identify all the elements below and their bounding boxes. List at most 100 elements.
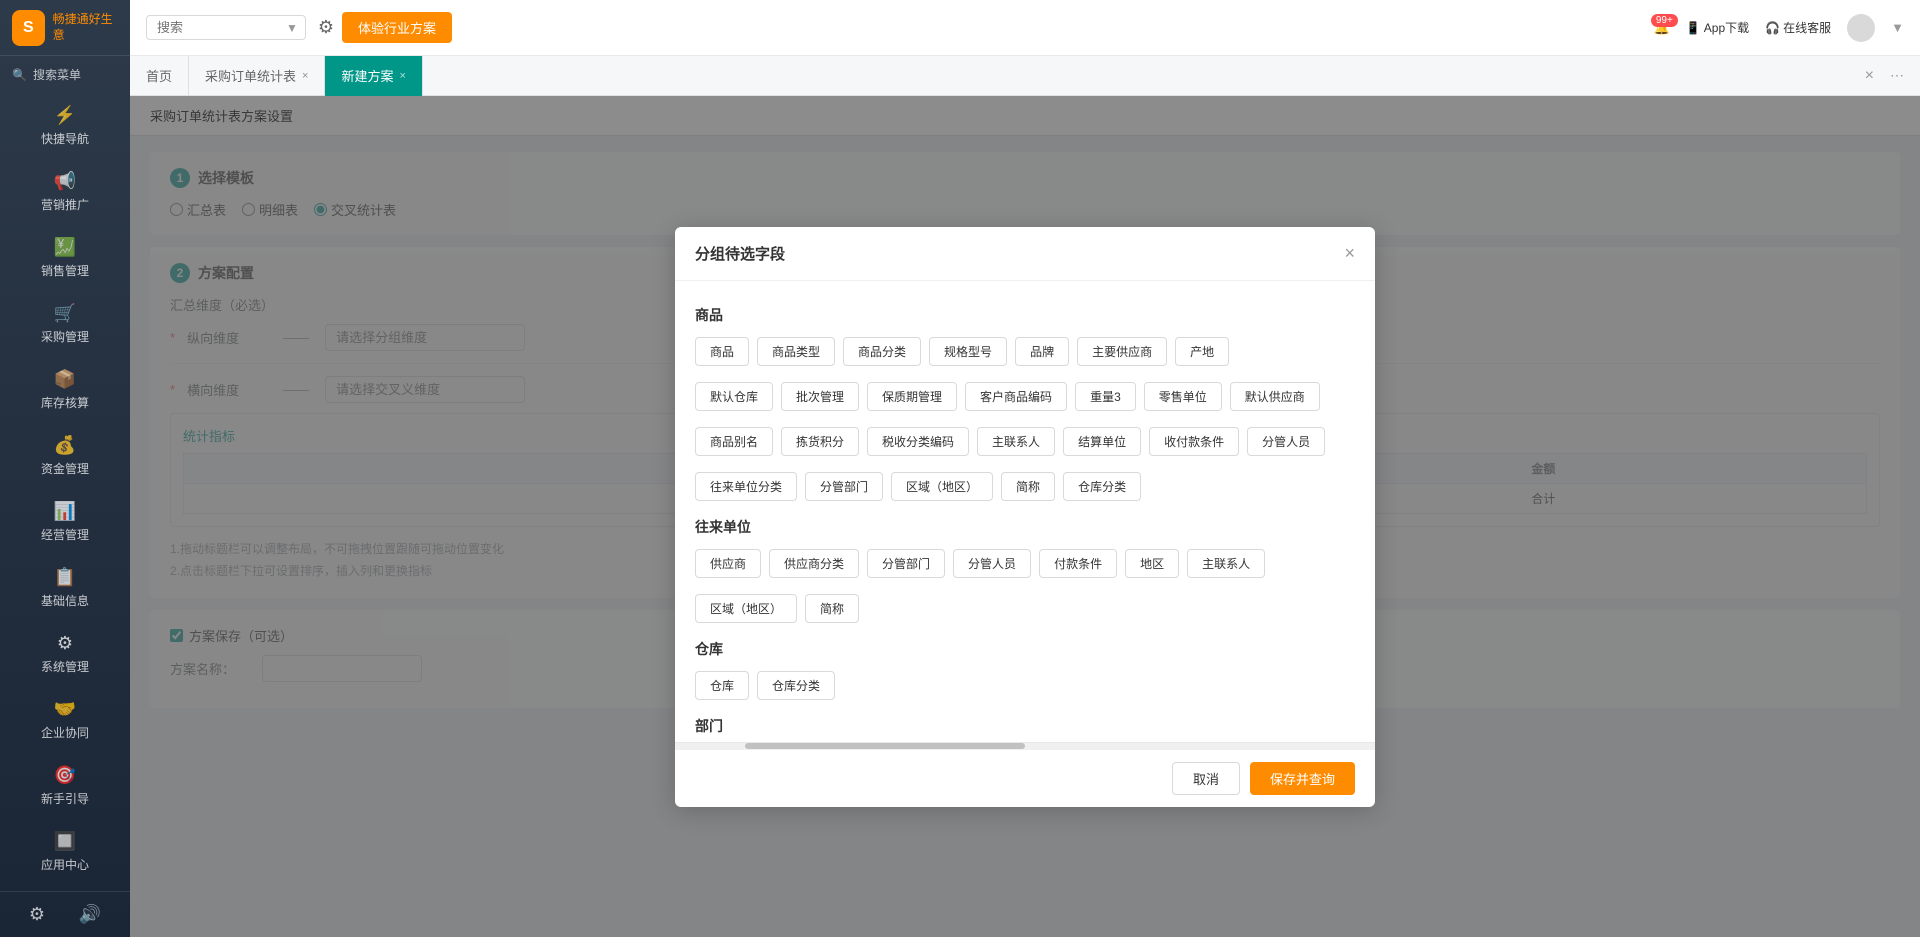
tag-partner-dept[interactable]: 分管部门 [867,549,945,578]
sidebar-item-label: 库存核算 [41,394,89,411]
section-partner-title: 往来单位 [695,517,1355,537]
modal-overlay: 分组待选字段 × 商品 商品 商品类型 商品分类 规格型号 品牌 主要供应商 产… [130,96,1920,937]
plan-button[interactable]: 体验行业方案 [342,12,452,43]
sidebar-item-应用中心[interactable]: 🔲应用中心 [0,819,130,885]
tag-goods-alias[interactable]: 商品别名 [695,427,773,456]
sidebar-item-label: 资金管理 [41,460,89,477]
sidebar-item-label: 销售管理 [41,262,89,279]
tag-spec-model[interactable]: 规格型号 [929,337,1007,366]
sidebar-item-资金管理[interactable]: 💰 资金管理 [0,423,130,489]
app-download-link[interactable]: 📱 App下载 [1686,19,1749,36]
sidebar-item-系统管理[interactable]: ⚙ 系统管理 [0,621,130,687]
user-menu-arrow[interactable]: ▼ [1891,20,1904,35]
sidebar-icon: 🤝 [54,699,76,720]
tag-manager[interactable]: 分管人员 [1247,427,1325,456]
tag-wh-cat[interactable]: 仓库分类 [757,671,835,700]
notification-icon[interactable]: 🔔 99+ [1654,20,1670,36]
sidebar-icon: 🎯 [54,765,76,786]
settings-icon[interactable]: ⚙ [29,904,45,925]
sidebar-item-采购管理[interactable]: 🛒采购管理 [0,291,130,357]
tabbar-expand[interactable]: ⋯ [1890,67,1920,84]
goods-tag-group2: 默认仓库 批次管理 保质期管理 客户商品编码 重量3 零售单位 默认供应商 [695,382,1355,411]
modal-title: 分组待选字段 [695,243,785,264]
tag-goods-category[interactable]: 商品分类 [843,337,921,366]
sidebar-item-企业协同[interactable]: 🤝企业协同 [0,687,130,753]
sidebar-search[interactable]: 🔍 搜索菜单 [0,56,130,93]
tag-batch[interactable]: 批次管理 [781,382,859,411]
partner-tag-group: 供应商 供应商分类 分管部门 分管人员 付款条件 地区 主联系人 [695,549,1355,578]
field-select-modal: 分组待选字段 × 商品 商品 商品类型 商品分类 规格型号 品牌 主要供应商 产… [675,227,1375,807]
sidebar-icon: 💰 [54,435,76,456]
tag-supplier-cat[interactable]: 供应商分类 [769,549,859,578]
tag-partner-cat[interactable]: 往来单位分类 [695,472,797,501]
tab-new-plan[interactable]: 新建方案 × [325,56,422,96]
tag-goods[interactable]: 商品 [695,337,749,366]
modal-save-button[interactable]: 保存并查询 [1250,762,1355,795]
tag-warehouse[interactable]: 仓库 [695,671,749,700]
goods-tag-group: 商品 商品类型 商品分类 规格型号 品牌 主要供应商 产地 [695,337,1355,366]
search-input[interactable] [146,15,306,40]
sidebar-item-销售管理[interactable]: 💹销售管理 [0,225,130,291]
tag-default-supplier[interactable]: 默认供应商 [1230,382,1320,411]
tabbar-close[interactable]: × [1849,67,1890,85]
tag-partner-manager[interactable]: 分管人员 [953,549,1031,578]
modal-close-button[interactable]: × [1344,243,1355,264]
logo-text: 畅捷通好生意 [53,12,118,43]
tag-tax-code[interactable]: 税收分类编码 [867,427,969,456]
tag-customer-code[interactable]: 客户商品编码 [965,382,1067,411]
logo-icon: S [12,10,45,46]
speaker-icon[interactable]: 🔊 [79,904,101,925]
tag-payment-cond[interactable]: 付款条件 [1039,549,1117,578]
search-icon: 🔍 [12,68,27,82]
tag-weight[interactable]: 重量3 [1075,382,1136,411]
sidebar-icon: 📦 [54,369,76,390]
tab-new-plan-close[interactable]: × [399,70,405,82]
modal-hscrollbar[interactable] [675,742,1375,749]
sidebar-item-新手引导[interactable]: 🎯新手引导 [0,753,130,819]
tag-goods-type[interactable]: 商品类型 [757,337,835,366]
headset-icon: 🎧 [1765,21,1780,35]
sidebar-item-label: 应用中心 [41,856,89,873]
tag-partner-short[interactable]: 简称 [805,594,859,623]
sidebar-item-基础信息[interactable]: 📋基础信息 [0,555,130,621]
tag-main-contact[interactable]: 主联系人 [977,427,1055,456]
tag-expiry[interactable]: 保质期管理 [867,382,957,411]
topbar-right: 🔔 99+ 📱 App下载 🎧 在线客服 ▼ [1654,14,1904,42]
modal-cancel-button[interactable]: 取消 [1172,762,1240,795]
tag-wh-category[interactable]: 仓库分类 [1063,472,1141,501]
tag-payment-terms[interactable]: 收付款条件 [1149,427,1239,456]
topbar-gear-icon[interactable]: ⚙ [318,17,334,38]
warehouse-tag-group: 仓库 仓库分类 [695,671,1355,700]
section-dept-title: 部门 [695,716,1355,736]
sidebar-item-经营管理[interactable]: 📊经营管理 [0,489,130,555]
tag-dept[interactable]: 分管部门 [805,472,883,501]
tag-settle-unit[interactable]: 结算单位 [1063,427,1141,456]
tag-area[interactable]: 地区 [1125,549,1179,578]
tag-retail-unit[interactable]: 零售单位 [1144,382,1222,411]
tag-origin[interactable]: 产地 [1175,337,1229,366]
sidebar-icon: 📊 [54,501,76,522]
tag-pick-score[interactable]: 拣货积分 [781,427,859,456]
tab-purchase[interactable]: 采购订单统计表 × [189,56,325,96]
sidebar-item-label: 系统管理 [41,658,89,675]
tag-default-wh[interactable]: 默认仓库 [695,382,773,411]
sidebar-item-营销推广[interactable]: 📢营销推广 [0,159,130,225]
tab-purchase-close[interactable]: × [302,70,308,82]
tag-partner-contact[interactable]: 主联系人 [1187,549,1265,578]
tag-short-name[interactable]: 简称 [1001,472,1055,501]
sidebar-icon: ⚙ [57,633,73,654]
tag-supplier[interactable]: 供应商 [695,549,761,578]
tag-region-goods[interactable]: 区域（地区） [891,472,993,501]
tag-partner-region[interactable]: 区域（地区） [695,594,797,623]
sidebar-item-库存核算[interactable]: 📦 库存核算 [0,357,130,423]
sidebar-search-label: 搜索菜单 [33,66,81,83]
sidebar-item-快捷导航[interactable]: ⚡快捷导航 [0,93,130,159]
online-service-link[interactable]: 🎧 在线客服 [1765,19,1831,36]
tag-main-supplier[interactable]: 主要供应商 [1077,337,1167,366]
sidebar: S 畅捷通好生意 🔍 搜索菜单 ⚡快捷导航📢营销推广💹销售管理🛒采购管理 📦 库存核… [0,0,130,937]
user-avatar[interactable] [1847,14,1875,42]
tab-home[interactable]: 首页 [130,56,189,96]
tab-new-plan-label: 新建方案 [341,66,393,85]
tag-brand[interactable]: 品牌 [1015,337,1069,366]
sidebar-item-label: 营销推广 [41,196,89,213]
